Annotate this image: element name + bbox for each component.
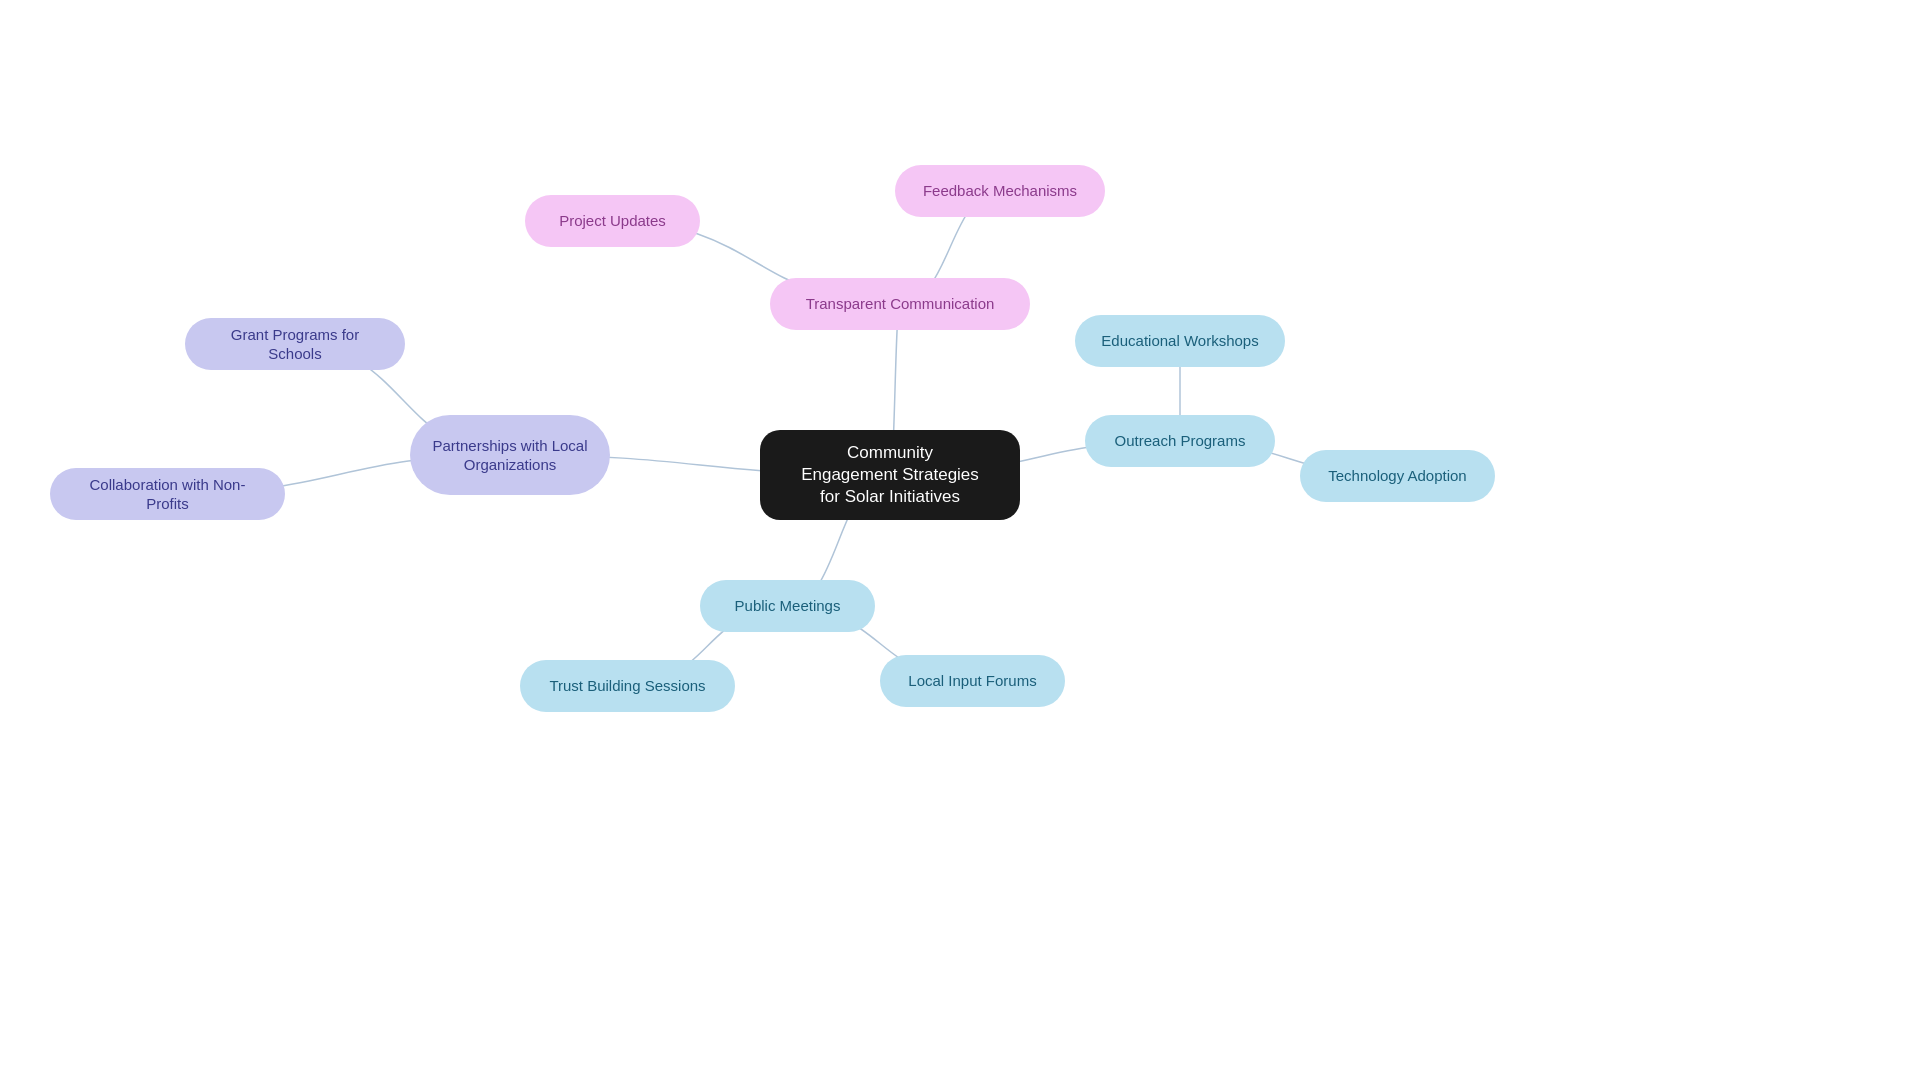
node-feedback-mechanisms: Feedback Mechanisms — [895, 165, 1105, 217]
node-label-local-input-forums: Local Input Forums — [888, 659, 1056, 703]
node-center: Community Engagement Strategies for Sola… — [760, 430, 1020, 520]
node-collab-nonprofits: Collaboration with Non-Profits — [50, 468, 285, 520]
node-label-technology-adoption: Technology Adoption — [1308, 454, 1486, 498]
node-technology-adoption: Technology Adoption — [1300, 450, 1495, 502]
node-label-partnerships: Partnerships with Local Organizations — [410, 424, 610, 487]
node-transparent-comm: Transparent Communication — [770, 278, 1030, 330]
connections-svg — [0, 0, 1920, 1083]
node-label-collab-nonprofits: Collaboration with Non-Profits — [50, 463, 285, 526]
node-public-meetings: Public Meetings — [700, 580, 875, 632]
node-project-updates: Project Updates — [525, 195, 700, 247]
node-label-grant-programs: Grant Programs for Schools — [185, 313, 405, 376]
node-label-project-updates: Project Updates — [539, 199, 686, 243]
mindmap-container: Community Engagement Strategies for Sola… — [0, 0, 1920, 1083]
node-label-outreach-programs: Outreach Programs — [1095, 419, 1266, 463]
node-partnerships: Partnerships with Local Organizations — [410, 415, 610, 495]
node-label-educational-workshops: Educational Workshops — [1081, 319, 1278, 363]
node-grant-programs: Grant Programs for Schools — [185, 318, 405, 370]
node-label-feedback-mechanisms: Feedback Mechanisms — [903, 169, 1097, 213]
node-outreach-programs: Outreach Programs — [1085, 415, 1275, 467]
node-label-trust-building: Trust Building Sessions — [529, 664, 725, 708]
node-local-input-forums: Local Input Forums — [880, 655, 1065, 707]
node-trust-building: Trust Building Sessions — [520, 660, 735, 712]
node-educational-workshops: Educational Workshops — [1075, 315, 1285, 367]
node-label-center: Community Engagement Strategies for Sola… — [780, 430, 1000, 520]
node-label-transparent-comm: Transparent Communication — [786, 282, 1015, 326]
node-label-public-meetings: Public Meetings — [715, 584, 861, 628]
